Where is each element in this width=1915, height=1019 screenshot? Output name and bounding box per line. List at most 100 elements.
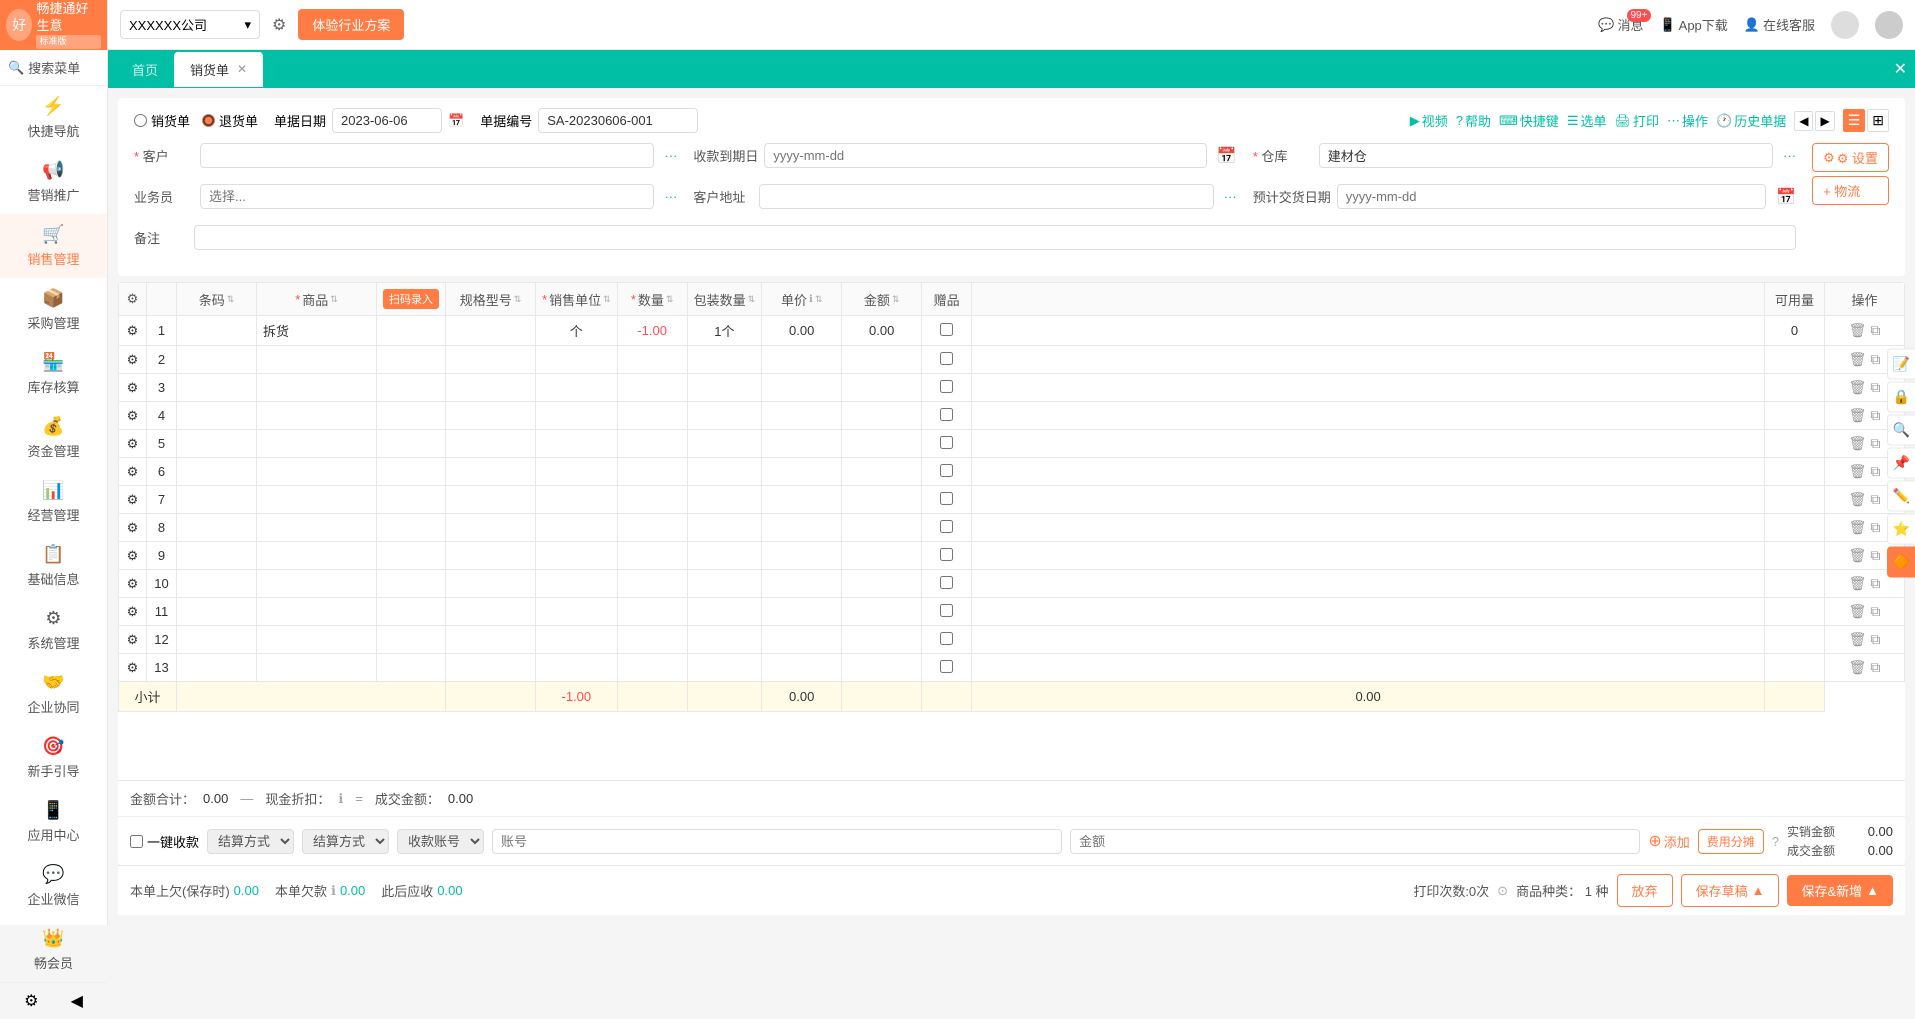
payment-date-input[interactable] [764,143,1206,168]
row-product[interactable] [257,486,377,514]
toolbar-help[interactable]: ? 帮助 [1456,111,1491,130]
row-product[interactable] [257,458,377,486]
row-unit[interactable]: 个 [536,316,618,346]
row-spec[interactable] [446,458,536,486]
row-price[interactable] [762,346,842,374]
nav-prev-button[interactable]: ◀ [1794,111,1813,131]
row-qty[interactable] [617,402,687,430]
row-unit[interactable] [536,486,618,514]
row-spec[interactable] [446,542,536,570]
row-amount[interactable] [842,346,922,374]
row-gift[interactable] [922,486,972,514]
row-price[interactable]: 0.00 [762,316,842,346]
warehouse-input[interactable] [1319,143,1773,168]
gift-checkbox[interactable] [940,436,953,449]
price-info-icon[interactable]: ℹ [809,294,813,305]
row-settings[interactable]: ⚙ [119,346,147,374]
sidebar-item-quick-nav[interactable]: ⚡ 快捷导航 [0,86,107,150]
row-amount[interactable] [842,626,922,654]
row-barcode[interactable] [177,486,257,514]
row-unit[interactable] [536,598,618,626]
row-price[interactable] [762,626,842,654]
gift-checkbox[interactable] [940,632,953,645]
row-copy-icon[interactable]: ⧉ [1870,575,1880,592]
row-price[interactable] [762,374,842,402]
row-spec[interactable] [446,402,536,430]
col-header-pack[interactable]: 包装数量 ⇅ [687,283,762,316]
date-calendar-icon[interactable]: 📅 [448,113,464,129]
row-price[interactable] [762,486,842,514]
row-barcode[interactable] [177,374,257,402]
customer-more-icon[interactable]: ··· [664,148,677,163]
row-settings[interactable]: ⚙ [119,514,147,542]
row-delete-icon[interactable]: 🗑 [1849,631,1867,648]
row-product[interactable] [257,430,377,458]
gift-checkbox[interactable] [940,352,953,365]
toolbar-select[interactable]: ☰ 选单 [1567,111,1607,130]
col-header-spec[interactable]: 规格型号 ⇅ [446,283,536,316]
note-input[interactable] [194,225,1796,250]
row-qty[interactable] [617,570,687,598]
row-price[interactable] [762,570,842,598]
receivable-value[interactable]: 0.00 [437,883,462,898]
row-qty[interactable] [617,598,687,626]
row-delete-icon[interactable]: 🗑 [1849,575,1867,592]
row-price[interactable] [762,654,842,682]
row-product[interactable] [257,598,377,626]
toolbar-video[interactable]: ▶ 视频 [1410,111,1448,130]
row-product[interactable] [257,542,377,570]
gift-checkbox[interactable] [940,548,953,561]
row-copy-icon[interactable]: ⧉ [1870,491,1880,508]
row-qty[interactable] [617,346,687,374]
add-payment-button[interactable]: ⊕ 添加 [1648,831,1689,851]
row-spec[interactable] [446,374,536,402]
col-header-barcode[interactable]: 条码 ⇅ [177,283,257,316]
row-amount[interactable]: 0.00 [842,316,922,346]
row-unit[interactable] [536,514,618,542]
doc-no-input[interactable] [538,108,698,133]
row-spec[interactable] [446,430,536,458]
row-amount[interactable] [842,654,922,682]
float-btn-lock[interactable]: 🔒 [1887,381,1915,412]
sidebar-item-finance[interactable]: 💰 资金管理 [0,406,107,470]
gift-checkbox[interactable] [940,660,953,673]
col-header-price[interactable]: 单价 ℹ ⇅ [762,283,842,316]
row-pack[interactable] [687,626,762,654]
row-copy-icon[interactable]: ⧉ [1870,547,1880,564]
toolbar-shortcut[interactable]: ⌨ 快捷键 [1499,111,1559,130]
row-spec[interactable] [446,486,536,514]
row-unit[interactable] [536,542,618,570]
sidebar-item-collab[interactable]: 🤝 企业协同 [0,662,107,726]
row-amount[interactable] [842,486,922,514]
sidebar-item-basic-info[interactable]: 📋 基础信息 [0,534,107,598]
date-input[interactable] [332,108,442,133]
float-btn-pin[interactable]: 📌 [1887,447,1915,478]
row-price[interactable] [762,598,842,626]
gift-checkbox[interactable] [940,604,953,617]
table-container[interactable]: ⚙ 条码 ⇅ *商品 ⇅ 扫码录入 [118,282,1905,780]
sidebar-item-guide[interactable]: 🎯 新手引导 [0,726,107,790]
settings-button[interactable]: ⚙ [268,11,290,39]
sidebar-item-app-center[interactable]: 📱 应用中心 [0,790,107,854]
one-click-payment-checkbox[interactable]: 一键收款 [130,832,199,851]
message-button[interactable]: 💬 消息 99+ [1598,15,1643,34]
sidebar-item-inventory[interactable]: 🏪 库存核算 [0,342,107,406]
row-amount[interactable] [842,598,922,626]
row-product[interactable] [257,654,377,682]
row-product[interactable] [257,514,377,542]
row-settings[interactable]: ⚙ [119,570,147,598]
row-gift[interactable] [922,598,972,626]
customer-address-input[interactable] [759,184,1213,209]
payment-help-icon[interactable]: ? [1772,834,1779,849]
gift-checkbox[interactable] [940,492,953,505]
warehouse-more-icon[interactable]: ··· [1783,148,1796,163]
row-product[interactable] [257,402,377,430]
save-new-button[interactable]: 保存&新增 ▲ [1787,875,1893,906]
row-price[interactable] [762,430,842,458]
col-header-qty[interactable]: *数量 ⇅ [617,283,687,316]
row-unit[interactable] [536,374,618,402]
row-pack[interactable] [687,570,762,598]
row-product[interactable] [257,570,377,598]
tab-home[interactable]: 首页 [116,52,174,87]
gift-checkbox[interactable] [940,520,953,533]
